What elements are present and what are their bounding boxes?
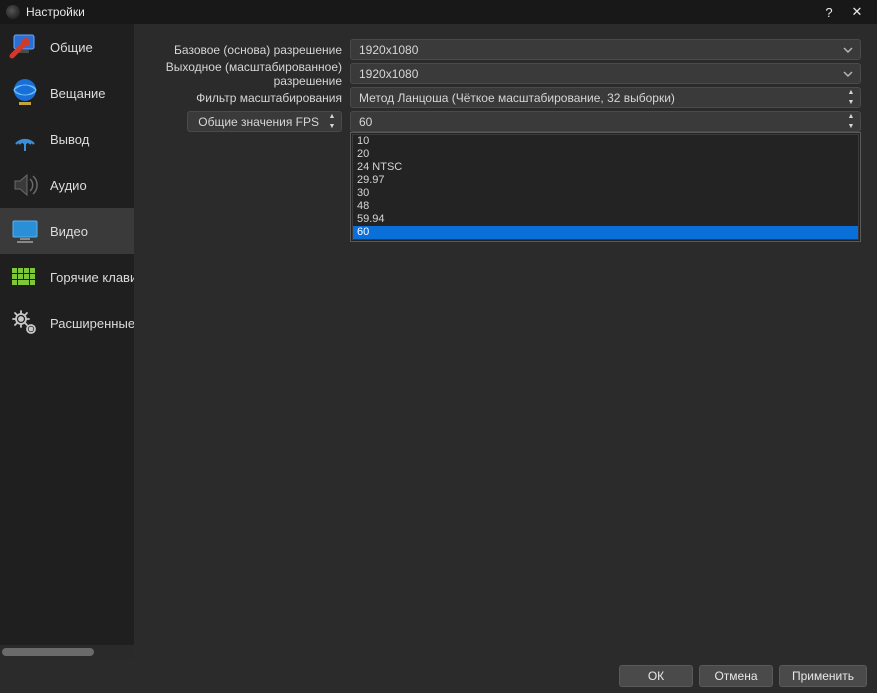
- fps-option[interactable]: 20: [353, 148, 858, 161]
- sidebar: Общие Вещание: [0, 24, 134, 659]
- gears-icon: [8, 306, 42, 340]
- titlebar: Настройки ? ✕: [0, 0, 877, 24]
- video-settings-panel: Базовое (основа) разрешение 1920x1080 Вы…: [134, 24, 877, 659]
- sidebar-item-audio[interactable]: Аудио: [0, 162, 134, 208]
- downscale-filter-value: Метод Ланцоша (Чёткое масштабирование, 3…: [359, 91, 675, 105]
- fps-type-label: Общие значения FPS: [198, 115, 319, 129]
- sidebar-items: Общие Вещание: [0, 24, 134, 645]
- fps-value-combo[interactable]: 60 ▲▼: [350, 111, 861, 132]
- keyboard-icon: [8, 260, 42, 294]
- chevron-down-icon: [840, 66, 856, 82]
- spinner-icon: ▲▼: [844, 112, 858, 131]
- row-output-resolution: Выходное (масштабированное) разрешение 1…: [144, 62, 861, 85]
- app-icon: [6, 5, 20, 19]
- apply-button[interactable]: Применить: [779, 665, 867, 687]
- speaker-icon: [8, 168, 42, 202]
- downscale-filter-label: Фильтр масштабирования: [144, 91, 350, 105]
- fps-type-combo[interactable]: Общие значения FPS ▲▼: [187, 111, 342, 132]
- output-resolution-value: 1920x1080: [359, 67, 418, 81]
- fps-option[interactable]: 30: [353, 187, 858, 200]
- sidebar-item-label: Вещание: [50, 86, 106, 101]
- cancel-button[interactable]: Отмена: [699, 665, 773, 687]
- chevron-down-icon: [840, 42, 856, 58]
- sidebar-item-general[interactable]: Общие: [0, 24, 134, 70]
- wrench-icon: [8, 30, 42, 64]
- base-resolution-value: 1920x1080: [359, 43, 418, 57]
- sidebar-item-label: Горячие клавиши: [50, 270, 134, 285]
- fps-dropdown-list: 102024 NTSC29.97304859.9460: [350, 132, 861, 242]
- monitor-icon: [8, 214, 42, 248]
- sidebar-item-output[interactable]: Вывод: [0, 116, 134, 162]
- window-title: Настройки: [26, 5, 815, 19]
- scrollbar-thumb[interactable]: [2, 648, 94, 656]
- fps-option[interactable]: 29.97: [353, 174, 858, 187]
- sidebar-horizontal-scrollbar[interactable]: [0, 645, 134, 659]
- row-base-resolution: Базовое (основа) разрешение 1920x1080: [144, 38, 861, 61]
- sidebar-item-stream[interactable]: Вещание: [0, 70, 134, 116]
- fps-option[interactable]: 59.94: [353, 213, 858, 226]
- help-button[interactable]: ?: [815, 0, 843, 24]
- sidebar-item-label: Вывод: [50, 132, 89, 147]
- sidebar-item-label: Общие: [50, 40, 93, 55]
- antenna-icon: [8, 122, 42, 156]
- downscale-filter-combo[interactable]: Метод Ланцоша (Чёткое масштабирование, 3…: [350, 87, 861, 108]
- base-resolution-label: Базовое (основа) разрешение: [144, 43, 350, 57]
- fps-option[interactable]: 10: [353, 135, 858, 148]
- fps-option[interactable]: 24 NTSC: [353, 161, 858, 174]
- spinner-icon: ▲▼: [325, 112, 339, 131]
- fps-option[interactable]: 60: [353, 226, 858, 239]
- spinner-icon: ▲▼: [844, 88, 858, 107]
- sidebar-item-advanced[interactable]: Расширенные: [0, 300, 134, 346]
- close-button[interactable]: ✕: [843, 0, 871, 24]
- sidebar-item-label: Видео: [50, 224, 88, 239]
- fps-value: 60: [359, 115, 372, 129]
- globe-icon: [8, 76, 42, 110]
- row-downscale-filter: Фильтр масштабирования Метод Ланцоша (Чё…: [144, 86, 861, 109]
- sidebar-item-hotkeys[interactable]: Горячие клавиши: [0, 254, 134, 300]
- sidebar-item-label: Аудио: [50, 178, 87, 193]
- output-resolution-label: Выходное (масштабированное) разрешение: [144, 60, 350, 88]
- output-resolution-combo[interactable]: 1920x1080: [350, 63, 861, 84]
- sidebar-item-label: Расширенные: [50, 316, 134, 331]
- main-area: Общие Вещание: [0, 24, 877, 659]
- row-fps: Общие значения FPS ▲▼ 60 ▲▼: [144, 110, 861, 133]
- ok-button[interactable]: ОК: [619, 665, 693, 687]
- dialog-footer: ОК Отмена Применить: [0, 659, 877, 693]
- sidebar-item-video[interactable]: Видео: [0, 208, 134, 254]
- fps-option[interactable]: 48: [353, 200, 858, 213]
- base-resolution-combo[interactable]: 1920x1080: [350, 39, 861, 60]
